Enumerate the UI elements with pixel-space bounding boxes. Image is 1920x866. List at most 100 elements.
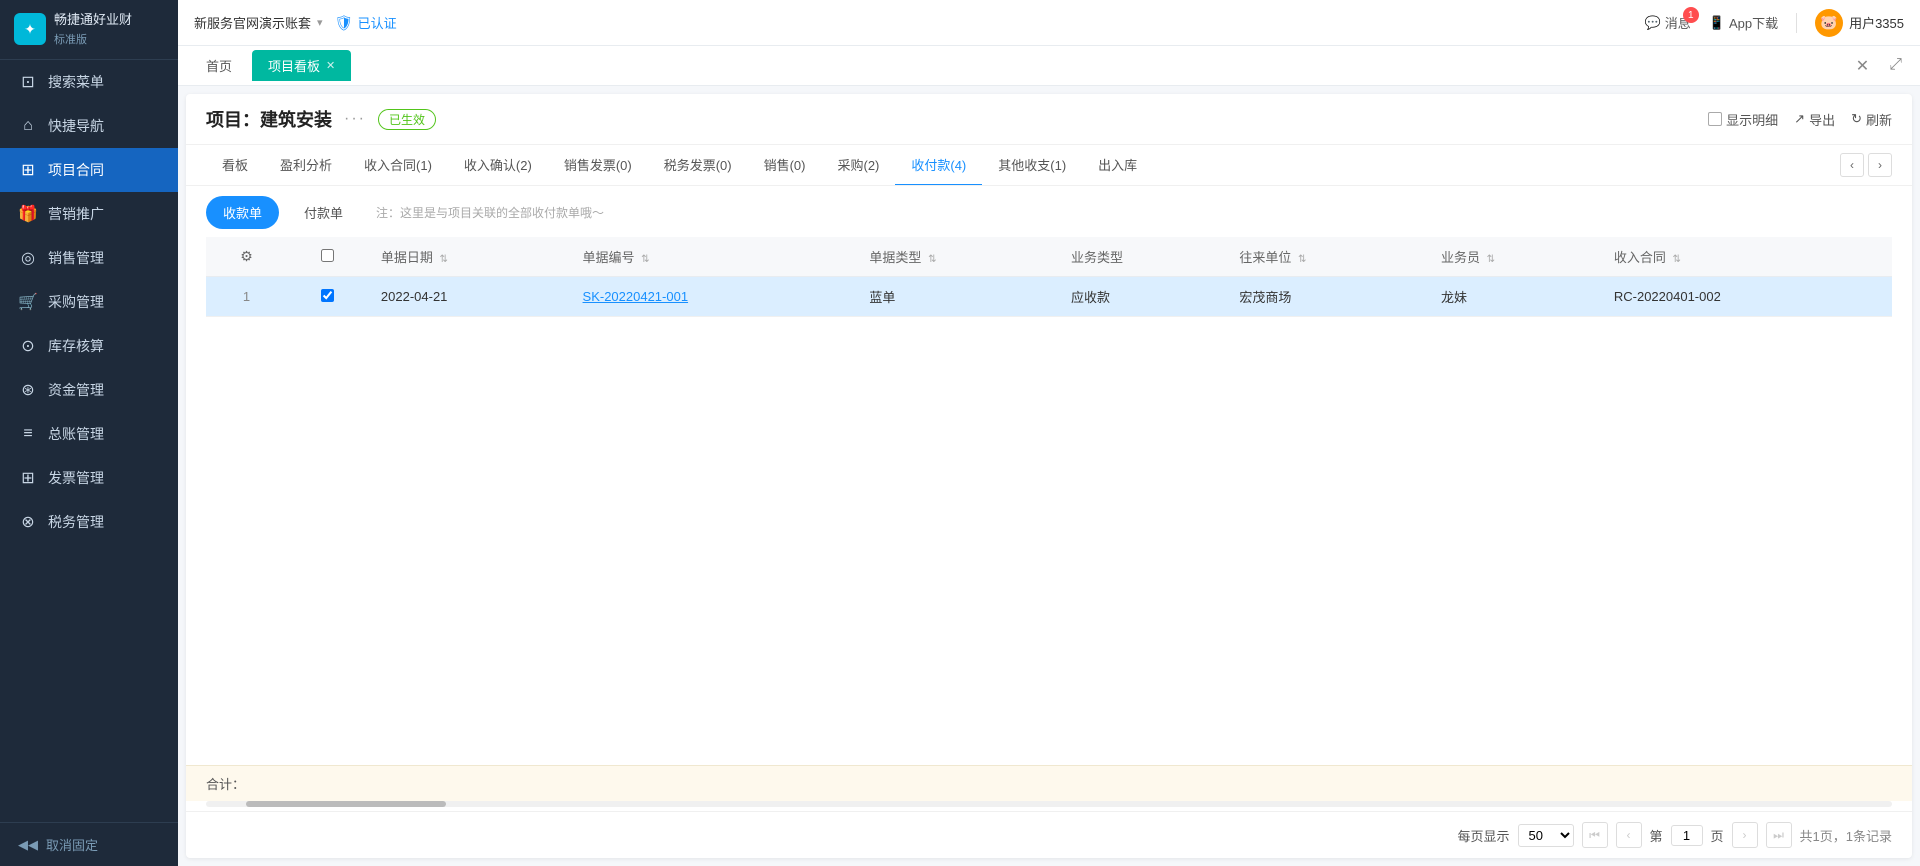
subtab-income-confirm[interactable]: 收入确认(2) (448, 145, 548, 186)
search-menu-icon: ⊡ (18, 72, 38, 92)
sidebar-item-capital[interactable]: ⊛ 资金管理 (0, 368, 178, 412)
shield-icon: 🛡 (335, 14, 354, 32)
subtab-sales[interactable]: 销售(0) (748, 145, 822, 186)
sidebar-item-label: 总账管理 (48, 424, 104, 444)
row-checkbox[interactable] (321, 289, 334, 302)
topbar: 新服务官网演示账套 ▾ 🛡 已认证 💬 消息 1 📱 App下载 🐷 用户335… (178, 0, 1920, 46)
subtab-purchase[interactable]: 采购(2) (821, 145, 895, 186)
table-area: ⚙ 单据日期 ⇅ 单据编号 ⇅ (186, 237, 1912, 765)
column-settings-icon[interactable]: ⚙ (240, 248, 253, 264)
avatar: 🐷 (1815, 9, 1843, 37)
th-income-contract: 收入合同 ⇅ (1602, 237, 1892, 277)
sidebar-scroll: ⊡ 搜索菜单 ⌂ 快捷导航 ⊞ 项目合同 🎁 营销推广 ◎ 销售管理 🛒 采购管… (0, 60, 178, 822)
sidebar-item-ledger[interactable]: ≡ 总账管理 (0, 412, 178, 456)
marketing-icon: 🎁 (18, 204, 38, 224)
tab-project-board[interactable]: 项目看板 ✕ (252, 50, 351, 81)
prev-page-button[interactable]: ‹ (1616, 822, 1642, 848)
sidebar-item-invoice[interactable]: ⊞ 发票管理 (0, 456, 178, 500)
tab-home[interactable]: 首页 (190, 50, 248, 81)
subtab-receipts[interactable]: 收付款(4) (895, 145, 982, 186)
tax-icon: ⊗ (18, 512, 38, 532)
sort-number-icon[interactable]: ⇅ (641, 254, 649, 265)
subtab-tax-invoice[interactable]: 税务发票(0) (648, 145, 748, 186)
subtab-next-button[interactable]: › (1868, 153, 1892, 177)
first-page-button[interactable]: ⏮ (1582, 822, 1608, 848)
tab-close-icon[interactable]: ✕ (326, 59, 335, 72)
sort-date-icon[interactable]: ⇅ (440, 254, 448, 265)
receipts-table: ⚙ 单据日期 ⇅ 单据编号 ⇅ (206, 237, 1892, 317)
messages-button[interactable]: 💬 消息 1 (1645, 13, 1691, 32)
th-date: 单据日期 ⇅ (369, 237, 571, 277)
th-checkbox (287, 237, 369, 277)
show-detail-toggle[interactable]: 显示明细 (1708, 110, 1778, 129)
sidebar-item-label: 资金管理 (48, 380, 104, 400)
refresh-icon: ↻ (1851, 111, 1862, 127)
project-more-button[interactable]: ··· (344, 110, 366, 128)
td-biz-type: 应收款 (1059, 277, 1227, 317)
subtab-other-expense[interactable]: 其他收支(1) (982, 145, 1082, 186)
receipt-tab-label: 收款单 (223, 206, 262, 221)
th-partner: 往来单位 ⇅ (1227, 237, 1429, 277)
subtab-profit[interactable]: 盈利分析 (264, 145, 348, 186)
page-number-input[interactable] (1671, 825, 1703, 846)
sidebar-item-search[interactable]: ⊡ 搜索菜单 (0, 60, 178, 104)
page-size-label: 每页显示 (1457, 826, 1509, 845)
user-menu[interactable]: 🐷 用户3355 (1815, 9, 1904, 37)
project-actions: 显示明细 ↗ 导出 ↻ 刷新 (1708, 110, 1892, 129)
next-page-button[interactable]: › (1732, 822, 1758, 848)
message-badge: 1 (1683, 7, 1699, 23)
app-name: 畅捷通好业财 (54, 12, 132, 29)
inner-tab-receipt[interactable]: 收款单 (206, 196, 279, 229)
receipt-number-link[interactable]: SK-20220421-001 (583, 289, 689, 304)
sidebar-item-tax[interactable]: ⊗ 税务管理 (0, 500, 178, 544)
topbar-divider (1796, 13, 1797, 33)
sidebar-item-label: 快捷导航 (48, 116, 104, 136)
show-detail-label: 显示明细 (1726, 110, 1778, 129)
sidebar-item-sales[interactable]: ◎ 销售管理 (0, 236, 178, 280)
last-page-button[interactable]: ⏭ (1766, 822, 1792, 848)
subtab-prev-button[interactable]: ‹ (1840, 153, 1864, 177)
td-salesperson: 龙妹 (1429, 277, 1602, 317)
total-pages-info: 共1页，1条记录 (1800, 826, 1892, 845)
close-window-button[interactable]: ✕ (1850, 54, 1875, 78)
project-prefix: 项目： (206, 110, 260, 130)
sidebar-item-marketing[interactable]: 🎁 营销推广 (0, 192, 178, 236)
page-size-select[interactable]: 50 20 100 (1518, 824, 1574, 847)
subtab-inout[interactable]: 出入库 (1082, 145, 1153, 186)
export-button[interactable]: ↗ 导出 (1794, 110, 1835, 129)
td-index: 1 (206, 277, 287, 317)
app-edition: 标准版 (54, 31, 132, 47)
sidebar-item-contract[interactable]: ⊞ 项目合同 (0, 148, 178, 192)
workspace-name: 新服务官网演示账套 (194, 13, 311, 32)
show-detail-checkbox[interactable] (1708, 112, 1722, 126)
sort-salesperson-icon[interactable]: ⇅ (1487, 254, 1495, 265)
total-bar: 合计： (186, 765, 1912, 801)
sidebar-unpin[interactable]: ◀◀ 取消固定 (0, 822, 178, 866)
subtab-sales-invoice[interactable]: 销售发票(0) (548, 145, 648, 186)
maximize-window-button[interactable]: ⤢ (1883, 54, 1908, 78)
project-header: 项目：建筑安装 ··· 已生效 显示明细 ↗ 导出 ↻ 刷新 (186, 94, 1912, 145)
page-word: 第 (1650, 826, 1663, 845)
workspace-selector[interactable]: 新服务官网演示账套 ▾ (194, 13, 323, 32)
sidebar-item-inventory[interactable]: ⊙ 库存核算 (0, 324, 178, 368)
refresh-button[interactable]: ↻ 刷新 (1851, 110, 1892, 129)
inventory-icon: ⊙ (18, 336, 38, 356)
pagination: 每页显示 50 20 100 ⏮ ‹ 第 页 › ⏭ 共1页，1条记录 (186, 811, 1912, 858)
sidebar-item-quicknav[interactable]: ⌂ 快捷导航 (0, 104, 178, 148)
table-row: 1 2022-04-21 SK-20220421-001 蓝单 应收款 宏茂商场… (206, 277, 1892, 317)
refresh-label: 刷新 (1866, 110, 1892, 129)
inner-tab-payment[interactable]: 付款单 (287, 196, 360, 229)
subtab-income-contract[interactable]: 收入合同(1) (348, 145, 448, 186)
sort-contract-icon[interactable]: ⇅ (1673, 254, 1681, 265)
sort-type-icon[interactable]: ⇅ (928, 254, 936, 265)
contract-icon: ⊞ (18, 160, 38, 180)
app-download-button[interactable]: 📱 App下载 (1709, 13, 1778, 32)
inner-tab-note: 注：这里是与项目关联的全部收付款单哦～ (376, 204, 604, 221)
sidebar-item-purchase[interactable]: 🛒 采购管理 (0, 280, 178, 324)
sidebar-logo: ✦ 畅捷通好业财 标准版 (0, 0, 178, 60)
subtab-kanban[interactable]: 看板 (206, 145, 264, 186)
window-controls: ✕ ⤢ (1850, 54, 1908, 78)
select-all-checkbox[interactable] (321, 249, 334, 262)
sort-partner-icon[interactable]: ⇅ (1298, 254, 1306, 265)
horizontal-scrollbar[interactable] (206, 801, 1892, 807)
